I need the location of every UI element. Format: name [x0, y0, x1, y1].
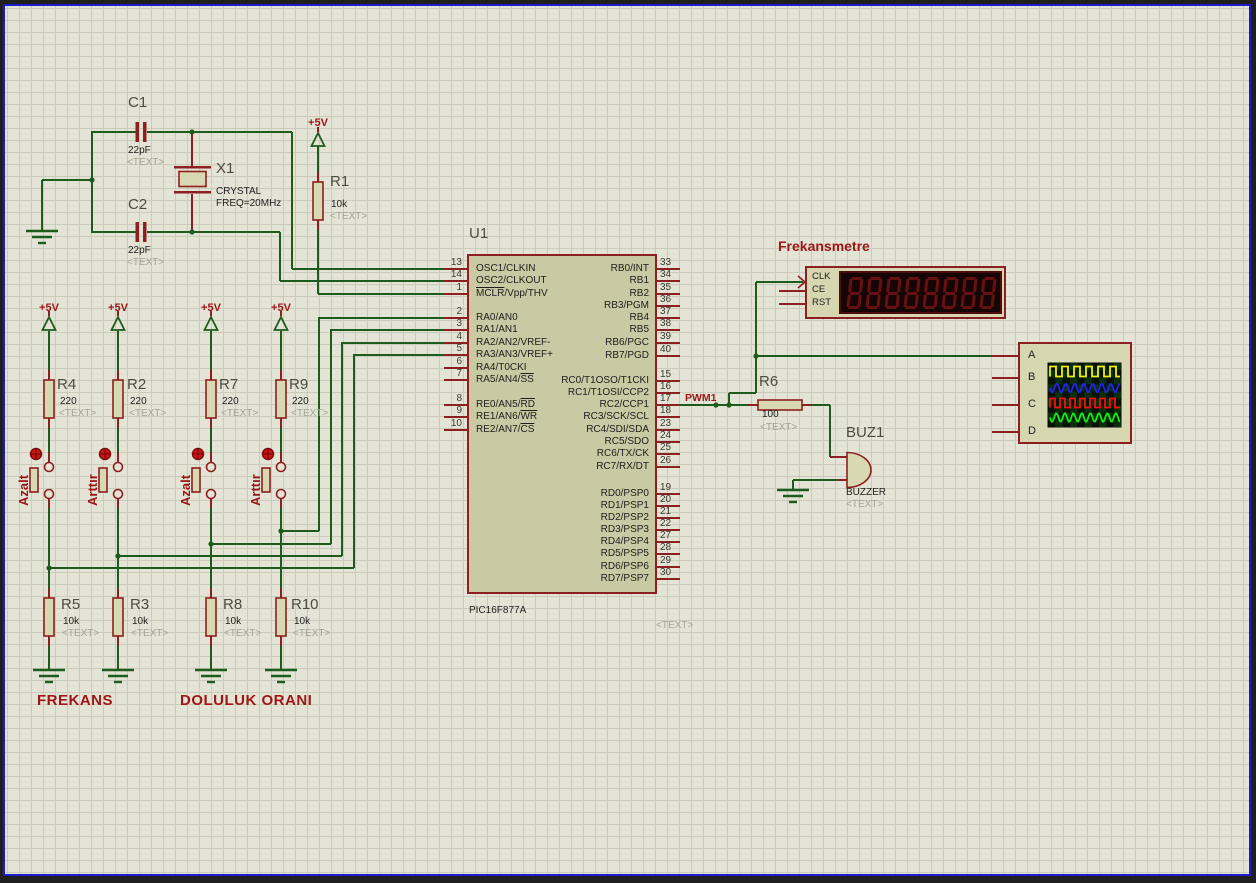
push-button[interactable] [30, 449, 54, 509]
junction-dot [89, 177, 94, 182]
proteus-schematic-canvas: { "colors":{ "sheet_bg":"#e4e4d6","grid_… [0, 0, 1256, 883]
push-button[interactable] [262, 449, 286, 509]
ground-symbol [265, 670, 297, 682]
crystal-symbol[interactable] [174, 166, 211, 194]
junction-dot [753, 353, 758, 358]
capacitor-symbol[interactable] [136, 122, 147, 142]
junction-dot [189, 229, 194, 234]
power-arrow-icon [43, 311, 56, 330]
resistor-symbol[interactable] [206, 588, 216, 646]
junction-dot [115, 553, 120, 558]
seven-segment-digit [846, 277, 863, 309]
power-arrow-icon [275, 311, 288, 330]
ground-symbol [195, 670, 227, 682]
junction-dot [278, 528, 283, 533]
push-button[interactable] [192, 449, 216, 509]
ground-symbol [777, 490, 809, 502]
resistor-symbol[interactable] [276, 588, 286, 646]
seven-segment-digit [979, 277, 996, 309]
seven-segment-digit [903, 277, 920, 309]
scope-trace-c [1050, 399, 1120, 408]
oscilloscope-screen [1048, 363, 1122, 427]
capacitor-symbol[interactable] [136, 222, 147, 242]
junction-dot [189, 129, 194, 134]
seven-segment-digit [865, 277, 882, 309]
resistor-symbol[interactable] [276, 370, 286, 428]
seven-segment-digit [960, 277, 977, 309]
power-arrow-icon [312, 127, 325, 146]
resistor-symbol[interactable] [748, 400, 812, 410]
ground-symbol [33, 670, 65, 682]
resistor-symbol[interactable] [113, 370, 123, 428]
junction-dot [726, 402, 731, 407]
power-arrow-icon [205, 311, 218, 330]
junction-dot [46, 565, 51, 570]
mcu-body[interactable] [468, 255, 656, 593]
resistor-symbol[interactable] [206, 370, 216, 428]
schematic-graphics [0, 0, 1256, 883]
seven-segment-digit [884, 277, 901, 309]
buzzer-symbol[interactable] [830, 453, 871, 488]
junction-dot [713, 402, 718, 407]
seven-segment-display[interactable] [839, 271, 1002, 314]
resistor-symbol[interactable] [44, 588, 54, 646]
power-arrow-icon [112, 311, 125, 330]
resistor-symbol[interactable] [313, 172, 323, 230]
seven-segment-digit [922, 277, 939, 309]
ground-symbol [26, 231, 58, 243]
push-button[interactable] [99, 449, 123, 509]
ground-symbol [102, 670, 134, 682]
junction-dot [208, 541, 213, 546]
resistor-symbol[interactable] [44, 370, 54, 428]
seven-segment-digit [941, 277, 958, 309]
resistor-symbol[interactable] [113, 588, 123, 646]
